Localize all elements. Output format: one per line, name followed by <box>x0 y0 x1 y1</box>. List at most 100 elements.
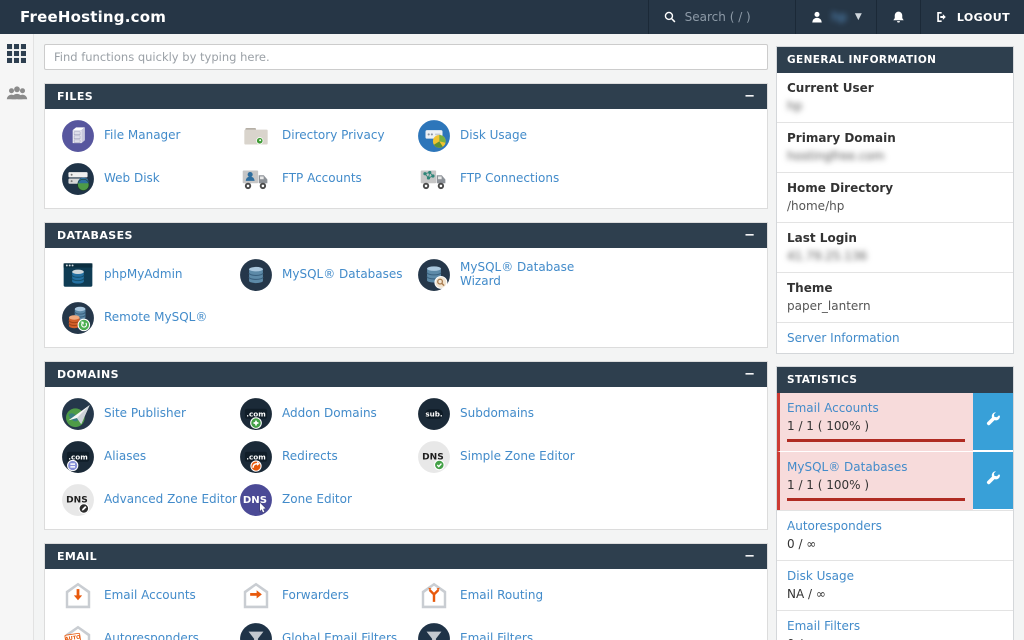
collapse-button[interactable]: − <box>744 92 755 102</box>
app-label: phpMyAdmin <box>104 268 183 282</box>
app-web-disk[interactable]: Web Disk <box>61 162 239 196</box>
site-publisher-icon <box>61 397 95 431</box>
stat-label[interactable]: Email Filters <box>787 619 1003 633</box>
app-directory-privacy[interactable]: Directory Privacy <box>239 119 417 153</box>
general-information-header: GENERAL INFORMATION <box>777 47 1013 73</box>
ftp-connections-icon <box>417 162 451 196</box>
app-file-manager[interactable]: File Manager <box>61 119 239 153</box>
app-disk-usage[interactable]: Disk Usage <box>417 119 595 153</box>
app-label: Redirects <box>282 450 338 464</box>
wrench-button[interactable] <box>973 452 1013 510</box>
stat-value: 0 / ∞ <box>787 537 1003 551</box>
chevron-down-icon: ▼ <box>855 12 862 22</box>
app-label: Subdomains <box>460 407 534 421</box>
stat-autoresponders: Autoresponders 0 / ∞ <box>777 510 1013 560</box>
app-advanced-zone-editor[interactable]: DNSAdvanced Zone Editor <box>61 483 239 517</box>
app-ftp-connections[interactable]: FTP Connections <box>417 162 595 196</box>
app-label: FTP Connections <box>460 172 559 186</box>
top-search[interactable]: Search ( / ) <box>648 0 795 34</box>
app-mysql-databases[interactable]: MySQL® Databases <box>239 258 417 292</box>
gi-row-primary-domain: Primary Domain hostingfree.com <box>777 123 1013 173</box>
email-accounts-icon <box>61 579 95 613</box>
collapse-button[interactable]: − <box>744 552 755 562</box>
notifications-button[interactable] <box>876 0 920 34</box>
app-email-accounts[interactable]: Email Accounts <box>61 579 239 613</box>
section-header-email[interactable]: EMAIL− <box>45 544 767 569</box>
stat-label[interactable]: MySQL® Databases <box>787 460 965 474</box>
app-global-email-filters[interactable]: Global Email Filters <box>239 622 417 640</box>
app-email-routing[interactable]: Email Routing <box>417 579 595 613</box>
section-title: FILES <box>57 90 93 103</box>
app-autoresponders[interactable]: AUTOAutoresponders <box>61 622 239 640</box>
server-information-link[interactable]: Server Information <box>777 323 1013 353</box>
mysql-databases-icon <box>239 258 273 292</box>
app-label: Zone Editor <box>282 493 352 507</box>
section-domains: DOMAINS−Site Publisher.comAddon Domainss… <box>44 361 768 530</box>
quick-find-input[interactable] <box>44 44 768 70</box>
app-redirects[interactable]: .com Redirects <box>239 440 417 474</box>
gi-value: /home/hp <box>787 199 1003 213</box>
section-body-email: Email AccountsForwarders Email Routing AUT… <box>45 569 767 640</box>
home-grid-button[interactable] <box>6 44 28 66</box>
app-forwarders[interactable]: Forwarders <box>239 579 417 613</box>
top-bar: FreeHosting.com Search ( / ) hp ▼ <box>0 0 1024 34</box>
app-email-filters[interactable]: Email Filters <box>417 622 595 640</box>
user-icon <box>810 10 824 24</box>
stat-label[interactable]: Email Accounts <box>787 401 965 415</box>
app-zone-editor[interactable]: DNS Zone Editor <box>239 483 417 517</box>
email-routing-icon <box>417 579 451 613</box>
app-remote-mysql[interactable]: ↻Remote MySQL® <box>61 301 239 335</box>
svg-text:.com: .com <box>246 409 266 418</box>
stat-disk-usage: Disk UsageNA / ∞ <box>777 560 1013 610</box>
section-header-files[interactable]: FILES − <box>45 84 767 109</box>
logout-label: LOGOUT <box>957 11 1010 24</box>
collapse-button[interactable]: − <box>744 231 755 241</box>
section-header-domains[interactable]: DOMAINS− <box>45 362 767 387</box>
gi-row-last-login: Last Login41.79.25.136 <box>777 223 1013 273</box>
app-label: Remote MySQL® <box>104 311 207 325</box>
app-mysql-database-wizard[interactable]: MySQL® Database Wizard <box>417 258 595 292</box>
app-label: File Manager <box>104 129 181 143</box>
section-body-domains: Site Publisher.comAddon Domainssub.Subdo… <box>45 387 767 529</box>
main-content: FILES − File Manager Directory Privacy Disk … <box>44 44 768 640</box>
stat-label[interactable]: Autoresponders <box>787 519 1003 533</box>
stat-value: 1 / 1 ( 100% ) <box>787 419 965 433</box>
search-icon <box>663 10 677 24</box>
global-email-filters-icon <box>239 622 273 640</box>
directory-privacy-icon <box>239 119 273 153</box>
logout-button[interactable]: LOGOUT <box>920 0 1024 34</box>
collapse-button[interactable]: − <box>744 370 755 380</box>
forwarders-icon <box>239 579 273 613</box>
svg-text:.com: .com <box>68 452 88 461</box>
user-manager-button[interactable] <box>6 84 28 106</box>
wrench-button[interactable] <box>973 393 1013 451</box>
app-label: MySQL® Databases <box>282 268 403 282</box>
advanced-zone-editor-icon: DNS <box>61 483 95 517</box>
gi-label: Current User <box>787 81 1003 95</box>
user-menu[interactable]: hp ▼ <box>795 0 876 34</box>
username: hp <box>832 10 847 24</box>
stat-mysql-databases: MySQL® Databases1 / 1 ( 100% ) <box>777 451 1013 510</box>
app-aliases[interactable]: .comAliases <box>61 440 239 474</box>
gi-label: Primary Domain <box>787 131 1003 145</box>
app-label: Email Routing <box>460 589 543 603</box>
gi-value: hostingfree.com <box>787 149 1003 163</box>
section-email: EMAIL− Email AccountsForwarders Email Rout… <box>44 543 768 640</box>
stat-label[interactable]: Disk Usage <box>787 569 1003 583</box>
app-site-publisher[interactable]: Site Publisher <box>61 397 239 431</box>
svg-text:.com: .com <box>246 452 266 461</box>
zone-editor-icon: DNS <box>239 483 273 517</box>
app-ftp-accounts[interactable]: FTP Accounts <box>239 162 417 196</box>
brand-logo[interactable]: FreeHosting.com <box>0 8 166 26</box>
app-addon-domains[interactable]: .comAddon Domains <box>239 397 417 431</box>
general-information-fields: Current User hp Primary Domain hostingfree.… <box>777 73 1013 323</box>
app-simple-zone-editor[interactable]: DNSSimple Zone Editor <box>417 440 595 474</box>
app-label: Directory Privacy <box>282 129 385 143</box>
section-header-databases[interactable]: DATABASES− <box>45 223 767 248</box>
gi-value: hp <box>787 99 1003 113</box>
app-label: Disk Usage <box>460 129 527 143</box>
app-label: Email Filters <box>460 632 533 640</box>
app-phpmyadmin[interactable]: phpMyAdmin <box>61 258 239 292</box>
app-subdomains[interactable]: sub.Subdomains <box>417 397 595 431</box>
gi-value: 41.79.25.136 <box>787 249 1003 263</box>
